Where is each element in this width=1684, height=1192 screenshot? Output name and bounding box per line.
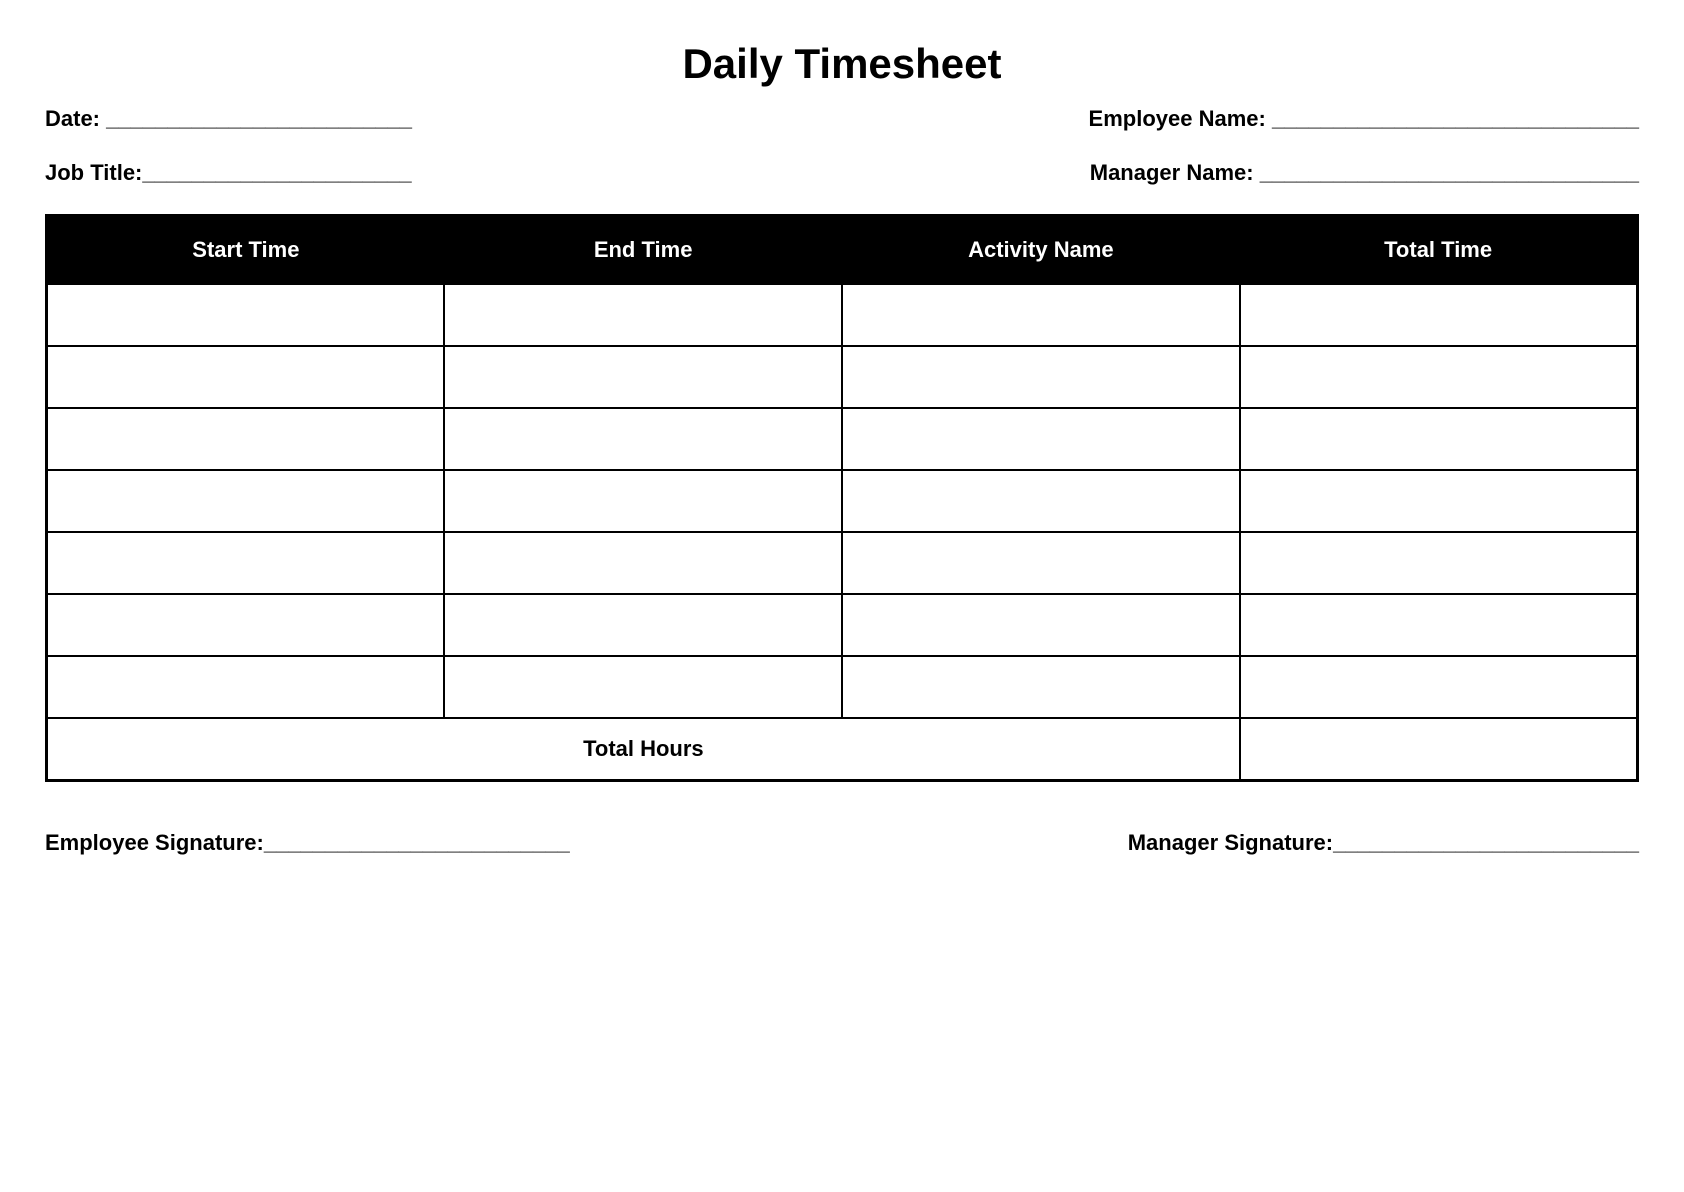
cell-start-time[interactable]: [47, 532, 445, 594]
cell-end-time[interactable]: [444, 470, 842, 532]
date-line[interactable]: _________________________: [106, 106, 412, 131]
page-title: Daily Timesheet: [45, 40, 1639, 88]
cell-start-time[interactable]: [47, 656, 445, 718]
employee-signature-line[interactable]: _________________________: [264, 830, 570, 855]
table-row: [47, 470, 1638, 532]
cell-end-time[interactable]: [444, 532, 842, 594]
table-row: [47, 408, 1638, 470]
table-row: [47, 532, 1638, 594]
header-row-2: Job Title:______________________ Manager…: [45, 160, 1639, 186]
cell-start-time[interactable]: [47, 594, 445, 656]
cell-total-time[interactable]: [1240, 470, 1638, 532]
employee-signature-field: Employee Signature:_____________________…: [45, 830, 570, 856]
total-hours-label: Total Hours: [47, 718, 1240, 780]
cell-activity-name[interactable]: [842, 346, 1240, 408]
cell-activity-name[interactable]: [842, 594, 1240, 656]
cell-start-time[interactable]: [47, 408, 445, 470]
cell-start-time[interactable]: [47, 284, 445, 346]
cell-start-time[interactable]: [47, 346, 445, 408]
job-title-field: Job Title:______________________: [45, 160, 412, 186]
cell-total-time[interactable]: [1240, 656, 1638, 718]
manager-signature-line[interactable]: _________________________: [1333, 830, 1639, 855]
table-row: [47, 346, 1638, 408]
date-label: Date:: [45, 106, 106, 131]
employee-name-label: Employee Name:: [1089, 106, 1272, 131]
table-row: [47, 594, 1638, 656]
cell-start-time[interactable]: [47, 470, 445, 532]
cell-total-time[interactable]: [1240, 594, 1638, 656]
job-title-line[interactable]: ______________________: [142, 160, 411, 185]
date-field: Date: _________________________: [45, 106, 412, 132]
cell-end-time[interactable]: [444, 408, 842, 470]
cell-end-time[interactable]: [444, 656, 842, 718]
timesheet-table: Start Time End Time Activity Name Total …: [45, 214, 1639, 782]
table-header-row: Start Time End Time Activity Name Total …: [47, 216, 1638, 285]
cell-end-time[interactable]: [444, 346, 842, 408]
job-title-label: Job Title:: [45, 160, 142, 185]
cell-activity-name[interactable]: [842, 284, 1240, 346]
cell-activity-name[interactable]: [842, 656, 1240, 718]
cell-total-time[interactable]: [1240, 346, 1638, 408]
cell-end-time[interactable]: [444, 594, 842, 656]
table-row: [47, 656, 1638, 718]
table-row: [47, 284, 1638, 346]
cell-total-time[interactable]: [1240, 532, 1638, 594]
header-start-time: Start Time: [47, 216, 445, 285]
header-total-time: Total Time: [1240, 216, 1638, 285]
header-end-time: End Time: [444, 216, 842, 285]
total-hours-row: Total Hours: [47, 718, 1638, 780]
manager-name-field: Manager Name: __________________________…: [1090, 160, 1639, 186]
cell-total-time[interactable]: [1240, 284, 1638, 346]
footer-row: Employee Signature:_____________________…: [45, 830, 1639, 856]
manager-signature-field: Manager Signature:______________________…: [1128, 830, 1639, 856]
header-activity-name: Activity Name: [842, 216, 1240, 285]
manager-signature-label: Manager Signature:: [1128, 830, 1333, 855]
manager-name-line[interactable]: _______________________________: [1260, 160, 1639, 185]
employee-signature-label: Employee Signature:: [45, 830, 264, 855]
employee-name-field: Employee Name: _________________________…: [1089, 106, 1639, 132]
cell-activity-name[interactable]: [842, 470, 1240, 532]
cell-end-time[interactable]: [444, 284, 842, 346]
header-row-1: Date: _________________________ Employee…: [45, 106, 1639, 132]
cell-activity-name[interactable]: [842, 532, 1240, 594]
employee-name-line[interactable]: ______________________________: [1272, 106, 1639, 131]
manager-name-label: Manager Name:: [1090, 160, 1260, 185]
cell-total-time[interactable]: [1240, 408, 1638, 470]
total-hours-value[interactable]: [1240, 718, 1638, 780]
cell-activity-name[interactable]: [842, 408, 1240, 470]
